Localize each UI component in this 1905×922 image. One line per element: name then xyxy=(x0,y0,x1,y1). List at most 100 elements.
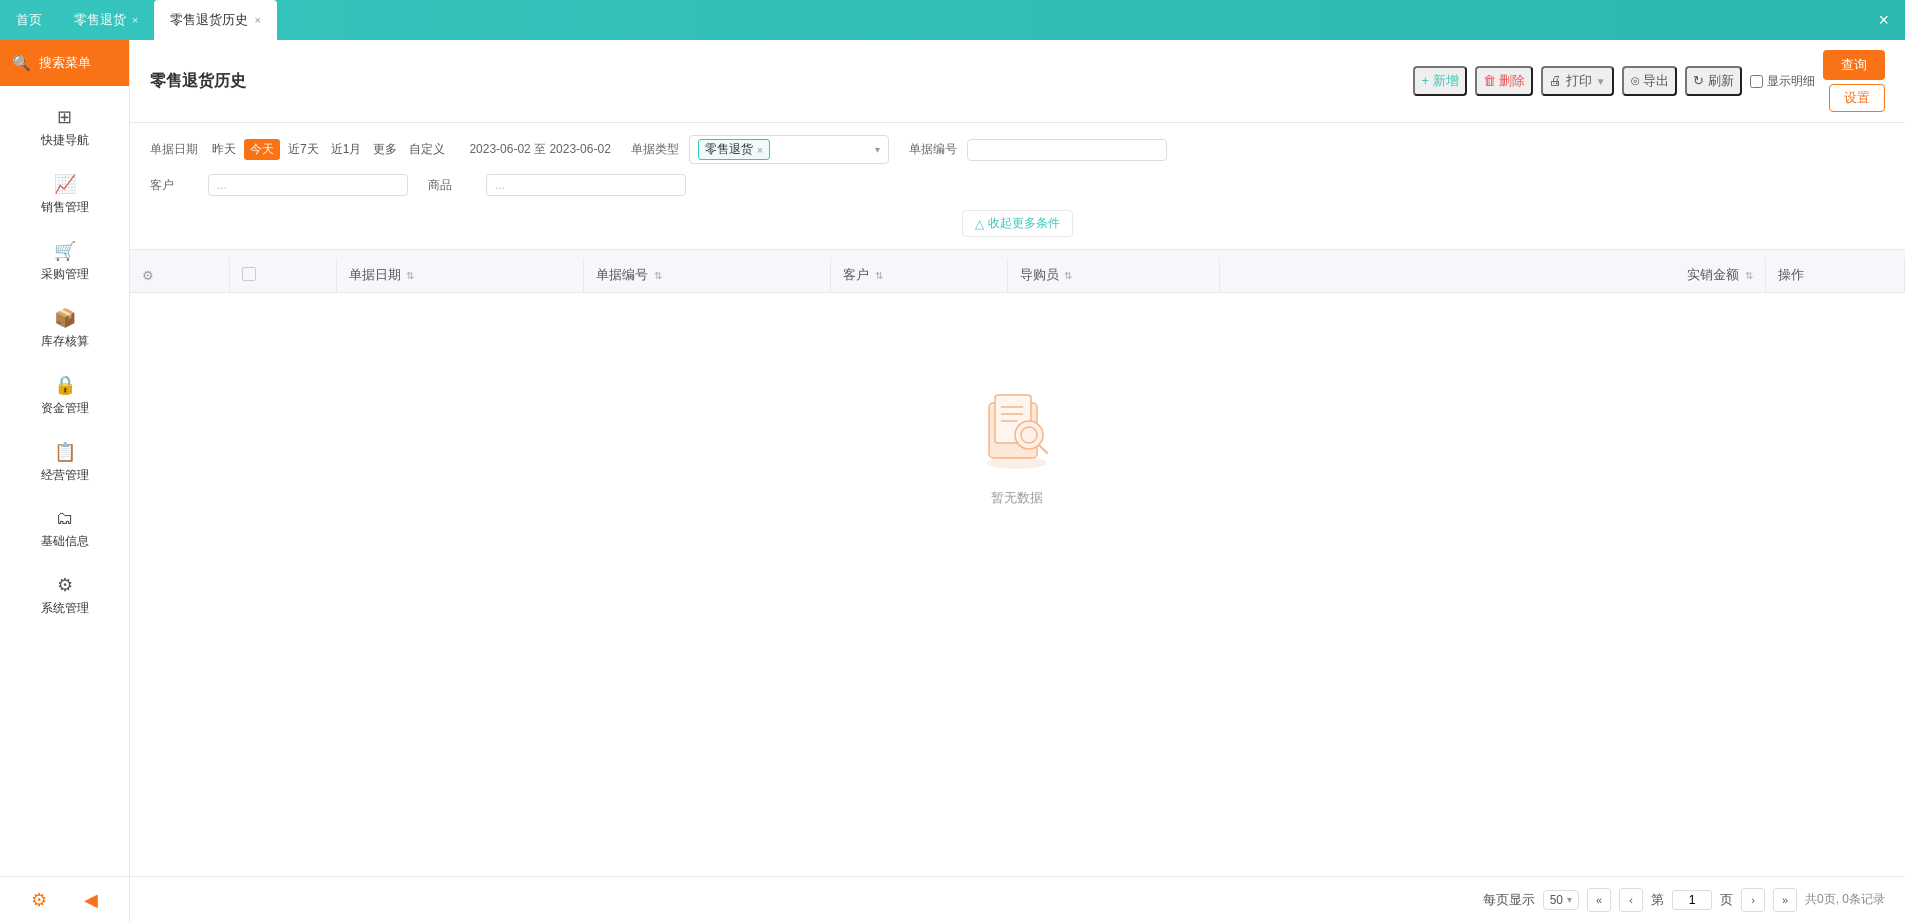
sidebar-items: ⊞ 快捷导航 📈 销售管理 🛒 采购管理 📦 库存核算 🔒 资金管理 📋 xyxy=(0,86,129,876)
th-amount-label: 实销金额 xyxy=(1687,267,1739,282)
delete-button[interactable]: 🗑 删除 xyxy=(1475,66,1534,96)
table-area: ⚙ 单据日期 ⇅ 单据编号 ⇅ xyxy=(130,258,1905,876)
show-detail-checkbox[interactable] xyxy=(1750,75,1763,88)
type-tag-close[interactable]: × xyxy=(757,144,763,156)
sidebar-item-finance[interactable]: 🔒 资金管理 xyxy=(0,362,129,429)
collapse-button[interactable]: △ 收起更多条件 xyxy=(962,210,1073,237)
page-prev-button[interactable]: ‹ xyxy=(1619,888,1643,912)
th-guide[interactable]: 导购员 ⇅ xyxy=(1007,258,1219,293)
finance-icon: 🔒 xyxy=(54,374,76,396)
number-filter-input[interactable] xyxy=(967,139,1167,161)
tab-home[interactable]: 首页 xyxy=(0,0,58,40)
show-detail-label[interactable]: 显示明细 xyxy=(1750,73,1815,90)
th-date[interactable]: 单据日期 ⇅ xyxy=(336,258,583,293)
purchase-mgmt-icon: 🛒 xyxy=(54,240,76,262)
print-dropdown-icon[interactable]: ▼ xyxy=(1596,76,1606,87)
sidebar-item-system[interactable]: ⚙ 系统管理 xyxy=(0,562,129,629)
sidebar-item-inventory[interactable]: 📦 库存核算 xyxy=(0,295,129,362)
print-button-label: 🖨 打印 xyxy=(1549,72,1592,90)
date-filter-group: 单据日期 昨天 今天 近7天 近1月 更多 自定义 xyxy=(150,139,449,160)
empty-state-row: 暂无数据 xyxy=(130,293,1905,588)
filter-row-1: 单据日期 昨天 今天 近7天 近1月 更多 自定义 2023-06-02 至 2… xyxy=(150,135,1885,164)
print-button[interactable]: 🖨 打印 ▼ xyxy=(1541,66,1614,96)
collapse-area: △ 收起更多条件 xyxy=(150,206,1885,237)
sidebar-item-operations[interactable]: 📋 经营管理 xyxy=(0,429,129,496)
sidebar-item-base-info[interactable]: 🗂 基础信息 xyxy=(0,496,129,562)
main-layout: 🔍 搜索菜单 ⊞ 快捷导航 📈 销售管理 🛒 采购管理 📦 库存核算 🔒 xyxy=(0,40,1905,922)
delete-button-label: 🗑 删除 xyxy=(1483,72,1526,90)
tab-retail-return-history-label: 零售退货历史 xyxy=(170,11,248,29)
empty-state: 暂无数据 xyxy=(130,293,1905,587)
goods-filter-group: 商品 ... xyxy=(428,174,686,196)
page-last-button[interactable]: » xyxy=(1773,888,1797,912)
svg-line-8 xyxy=(1039,445,1047,453)
svg-point-0 xyxy=(987,457,1047,469)
tab-home-label: 首页 xyxy=(16,11,42,29)
table-body: 暂无数据 xyxy=(130,293,1905,588)
th-date-label: 单据日期 xyxy=(349,267,401,282)
page-size-select[interactable]: 50 ▾ xyxy=(1543,890,1579,910)
select-all-checkbox[interactable] xyxy=(242,267,256,281)
tab-retail-return-history[interactable]: 零售退货历史 × xyxy=(154,0,276,40)
date-opt-7days[interactable]: 近7天 xyxy=(284,139,323,160)
tab-retail-return-close[interactable]: × xyxy=(132,14,138,26)
sidebar-item-finance-label: 资金管理 xyxy=(41,400,89,417)
tab-retail-return-history-close[interactable]: × xyxy=(254,14,260,26)
goods-filter-select[interactable]: ... xyxy=(486,174,686,196)
date-opt-today[interactable]: 今天 xyxy=(244,139,280,160)
th-customer[interactable]: 客户 ⇅ xyxy=(831,258,1007,293)
system-icon: ⚙ xyxy=(57,574,73,596)
type-select-arrow-icon: ▾ xyxy=(875,144,880,155)
base-info-icon: 🗂 xyxy=(56,508,74,529)
date-options: 昨天 今天 近7天 近1月 更多 自定义 xyxy=(208,139,449,160)
collapse-up-icon: △ xyxy=(975,217,984,231)
empty-state-cell: 暂无数据 xyxy=(130,293,1905,588)
page-header: 零售退货历史 + 新增 🗑 删除 🖨 打印 ▼ ⊙ 导出 ↻ 刷新 xyxy=(130,40,1905,123)
page-next-button[interactable]: › xyxy=(1741,888,1765,912)
number-filter-label: 单据编号 xyxy=(909,141,959,158)
date-opt-custom[interactable]: 自定义 xyxy=(405,139,449,160)
setting-button[interactable]: 设置 xyxy=(1829,84,1885,112)
th-number[interactable]: 单据编号 ⇅ xyxy=(584,258,831,293)
th-customer-label: 客户 xyxy=(843,267,869,282)
date-opt-more[interactable]: 更多 xyxy=(369,139,401,160)
sidebar-item-sales-mgmt[interactable]: 📈 销售管理 xyxy=(0,161,129,228)
table-header: ⚙ 单据日期 ⇅ 单据编号 ⇅ xyxy=(130,258,1905,293)
page-unit-label: 页 xyxy=(1720,891,1733,909)
page-number-input[interactable] xyxy=(1672,890,1712,910)
query-setting-area: 查询 设置 xyxy=(1823,50,1885,112)
sidebar-item-purchase-mgmt[interactable]: 🛒 采购管理 xyxy=(0,228,129,295)
goods-filter-label: 商品 xyxy=(428,177,478,194)
export-button-label: ⊙ 导出 xyxy=(1630,72,1670,90)
customer-sort-icon: ⇅ xyxy=(875,270,883,281)
page-size-label: 每页显示 xyxy=(1483,891,1535,909)
page-first-button[interactable]: « xyxy=(1587,888,1611,912)
pagination-bar: 每页显示 50 ▾ « ‹ 第 页 › » 共0页, 0条记录 xyxy=(130,876,1905,922)
refresh-button[interactable]: ↻ 刷新 xyxy=(1685,66,1742,96)
settings-bottom-icon[interactable]: ⚙ xyxy=(31,889,47,911)
collapse-button-label: 收起更多条件 xyxy=(988,215,1060,232)
filter-area: 单据日期 昨天 今天 近7天 近1月 更多 自定义 2023-06-02 至 2… xyxy=(130,123,1905,250)
type-filter-select[interactable]: 零售退货 × ▾ xyxy=(689,135,889,164)
type-filter-tag: 零售退货 × xyxy=(698,139,770,160)
date-opt-1month[interactable]: 近1月 xyxy=(327,139,366,160)
new-button[interactable]: + 新增 xyxy=(1413,66,1466,96)
sidebar-search-label: 搜索菜单 xyxy=(39,54,91,72)
sidebar-item-quick-nav[interactable]: ⊞ 快捷导航 xyxy=(0,94,129,161)
sidebar-item-system-label: 系统管理 xyxy=(41,600,89,617)
sales-mgmt-icon: 📈 xyxy=(54,173,76,195)
sidebar-search[interactable]: 🔍 搜索菜单 xyxy=(0,40,129,86)
column-gear-icon[interactable]: ⚙ xyxy=(142,268,154,283)
th-amount[interactable]: 实销金额 ⇅ xyxy=(1219,258,1765,293)
customer-filter-label: 客户 xyxy=(150,177,200,194)
export-button[interactable]: ⊙ 导出 xyxy=(1622,66,1678,96)
date-opt-yesterday[interactable]: 昨天 xyxy=(208,139,240,160)
number-filter-group: 单据编号 xyxy=(909,139,1167,161)
customer-filter-select[interactable]: ... xyxy=(208,174,408,196)
window-close-button[interactable]: × xyxy=(1862,10,1905,31)
query-button[interactable]: 查询 xyxy=(1823,50,1885,80)
operations-icon: 📋 xyxy=(54,441,76,463)
tab-retail-return[interactable]: 零售退货 × xyxy=(58,0,154,40)
collapse-sidebar-icon[interactable]: ◀ xyxy=(84,889,98,911)
th-number-label: 单据编号 xyxy=(596,267,648,282)
